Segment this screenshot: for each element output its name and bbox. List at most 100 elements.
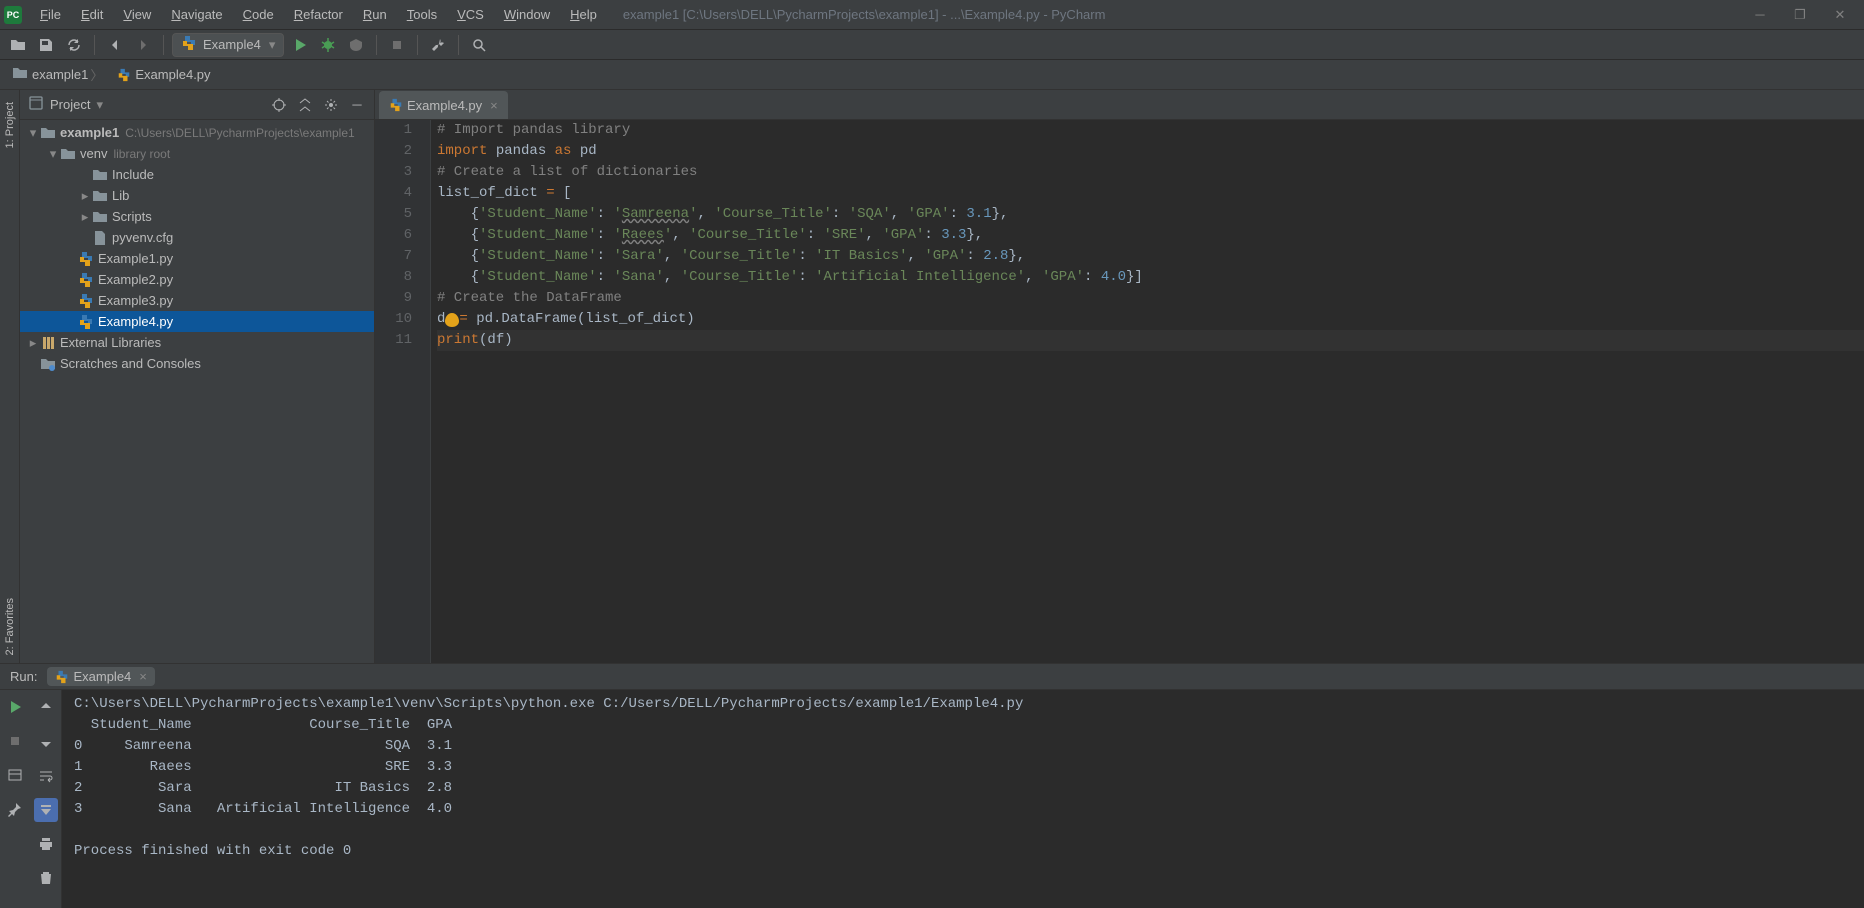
- libraries-icon: [40, 335, 56, 351]
- menubar: PC FileEditViewNavigateCodeRefactorRunTo…: [0, 0, 1864, 30]
- project-panel-header: Project ▾ ─: [20, 90, 374, 120]
- python-icon: [181, 35, 197, 54]
- close-run-tab-icon[interactable]: ×: [139, 669, 147, 684]
- up-stack-icon[interactable]: [34, 696, 58, 720]
- hide-panel-icon[interactable]: ─: [348, 96, 366, 114]
- tree-external-libraries[interactable]: ▸ External Libraries: [20, 332, 374, 353]
- tree-item-label: Example1.py: [98, 251, 173, 266]
- stop-icon[interactable]: [4, 730, 26, 752]
- tree-item-label: Lib: [112, 188, 129, 203]
- window-minimize-icon[interactable]: ─: [1740, 0, 1780, 30]
- folder-icon: [12, 65, 28, 84]
- open-file-icon[interactable]: [6, 33, 30, 57]
- sidebar-tab-project[interactable]: 1: Project: [2, 94, 18, 156]
- folder-icon: [92, 167, 108, 183]
- run-second-toolbar: [30, 690, 62, 908]
- expand-arrow-icon[interactable]: ▸: [26, 335, 40, 351]
- layout-icon[interactable]: [4, 764, 26, 786]
- down-stack-icon[interactable]: [34, 730, 58, 754]
- menu-refactor[interactable]: Refactor: [284, 3, 353, 26]
- tree-file-example1-py[interactable]: Example1.py: [20, 248, 374, 269]
- python-file-icon: [117, 68, 131, 82]
- settings-wrench-icon[interactable]: [426, 33, 450, 57]
- gear-icon[interactable]: [322, 96, 340, 114]
- main-area: 1: Project 2: Favorites Project ▾ ─: [0, 90, 1864, 663]
- rerun-icon[interactable]: [4, 696, 26, 718]
- run-tab[interactable]: Example4 ×: [47, 667, 154, 686]
- expand-arrow-icon[interactable]: ▸: [78, 188, 92, 204]
- chevron-down-icon[interactable]: ▾: [96, 97, 103, 113]
- breadcrumb-project[interactable]: example1 〉: [6, 63, 111, 86]
- menu-window[interactable]: Window: [494, 3, 560, 26]
- menu-tools[interactable]: Tools: [397, 3, 447, 26]
- python-icon: [55, 670, 69, 684]
- editor-body[interactable]: 1234567891011 # Import pandas libraryimp…: [375, 120, 1864, 663]
- collapse-all-icon[interactable]: [296, 96, 314, 114]
- tree-file-example4-py[interactable]: Example4.py: [20, 311, 374, 332]
- search-everywhere-icon[interactable]: [467, 33, 491, 57]
- menu-file[interactable]: File: [30, 3, 71, 26]
- tree-root-project[interactable]: ▾ example1 C:\Users\DELL\PycharmProjects…: [20, 122, 374, 143]
- intention-bulb-icon[interactable]: [445, 313, 459, 327]
- tree-item-scripts[interactable]: ▸ Scripts: [20, 206, 374, 227]
- expand-arrow-icon[interactable]: ▾: [26, 125, 40, 141]
- soft-wrap-icon[interactable]: [34, 764, 58, 788]
- breadcrumb-project-label: example1: [32, 67, 88, 82]
- nav-forward-icon[interactable]: [131, 33, 155, 57]
- left-tool-strip: 1: Project 2: Favorites: [0, 90, 20, 663]
- stop-button-icon[interactable]: [385, 33, 409, 57]
- menu-edit[interactable]: Edit: [71, 3, 113, 26]
- tree-venv-hint: library root: [113, 147, 170, 161]
- menu-navigate[interactable]: Navigate: [161, 3, 232, 26]
- python-file-icon: [78, 272, 94, 288]
- tree-scratches[interactable]: Scratches and Consoles: [20, 353, 374, 374]
- tree-item-label: Scripts: [112, 209, 152, 224]
- menu-view[interactable]: View: [113, 3, 161, 26]
- python-file-icon: [78, 251, 94, 267]
- tree-item-lib[interactable]: ▸ Lib: [20, 185, 374, 206]
- project-view-icon: [28, 95, 44, 114]
- tree-file-example2-py[interactable]: Example2.py: [20, 269, 374, 290]
- pin-icon[interactable]: [4, 798, 26, 820]
- python-file-icon: [78, 293, 94, 309]
- coverage-icon[interactable]: [344, 33, 368, 57]
- window-restore-icon[interactable]: ❐: [1780, 0, 1820, 30]
- file-icon: [92, 230, 108, 246]
- run-config-selector[interactable]: Example4 ▾: [172, 33, 284, 57]
- sidebar-tab-favorites[interactable]: 2: Favorites: [2, 590, 18, 663]
- run-button-icon[interactable]: [288, 33, 312, 57]
- menu-code[interactable]: Code: [233, 3, 284, 26]
- tree-item-pyvenv-cfg[interactable]: pyvenv.cfg: [20, 227, 374, 248]
- run-panel-title: Run:: [10, 669, 37, 684]
- save-all-icon[interactable]: [34, 33, 58, 57]
- locate-icon[interactable]: [270, 96, 288, 114]
- close-tab-icon[interactable]: ×: [490, 98, 498, 113]
- project-tool-window: Project ▾ ─ ▾ example1 C:\Users\DE: [20, 90, 375, 663]
- nav-back-icon[interactable]: [103, 33, 127, 57]
- trash-icon[interactable]: [34, 866, 58, 890]
- editor-tab-example4[interactable]: Example4.py ×: [379, 91, 508, 119]
- line-number-gutter: 1234567891011: [375, 120, 431, 663]
- menu-help[interactable]: Help: [560, 3, 607, 26]
- editor-area: Example4.py × 1234567891011 # Import pan…: [375, 90, 1864, 663]
- print-icon[interactable]: [34, 832, 58, 856]
- debug-button-icon[interactable]: [316, 33, 340, 57]
- run-panel-header: Run: Example4 ×: [0, 664, 1864, 690]
- scroll-to-end-icon[interactable]: [34, 798, 58, 822]
- tree-file-example3-py[interactable]: Example3.py: [20, 290, 374, 311]
- console-output[interactable]: C:\Users\DELL\PycharmProjects\example1\v…: [62, 690, 1864, 908]
- window-close-icon[interactable]: ✕: [1820, 0, 1860, 30]
- tree-item-include[interactable]: Include: [20, 164, 374, 185]
- menu-vcs[interactable]: VCS: [447, 3, 494, 26]
- code-content[interactable]: # Import pandas libraryimport pandas as …: [431, 120, 1864, 663]
- tree-venv[interactable]: ▾ venv library root: [20, 143, 374, 164]
- expand-arrow-icon[interactable]: ▾: [46, 146, 60, 162]
- tree-item-label: Example4.py: [98, 314, 173, 329]
- sync-icon[interactable]: [62, 33, 86, 57]
- menu-run[interactable]: Run: [353, 3, 397, 26]
- tree-item-label: Example3.py: [98, 293, 173, 308]
- breadcrumb-file[interactable]: Example4.py: [111, 65, 216, 84]
- expand-arrow-icon[interactable]: ▸: [78, 209, 92, 225]
- tree-root-path: C:\Users\DELL\PycharmProjects\example1: [125, 126, 354, 140]
- window-title-path: example1 [C:\Users\DELL\PycharmProjects\…: [623, 7, 1106, 22]
